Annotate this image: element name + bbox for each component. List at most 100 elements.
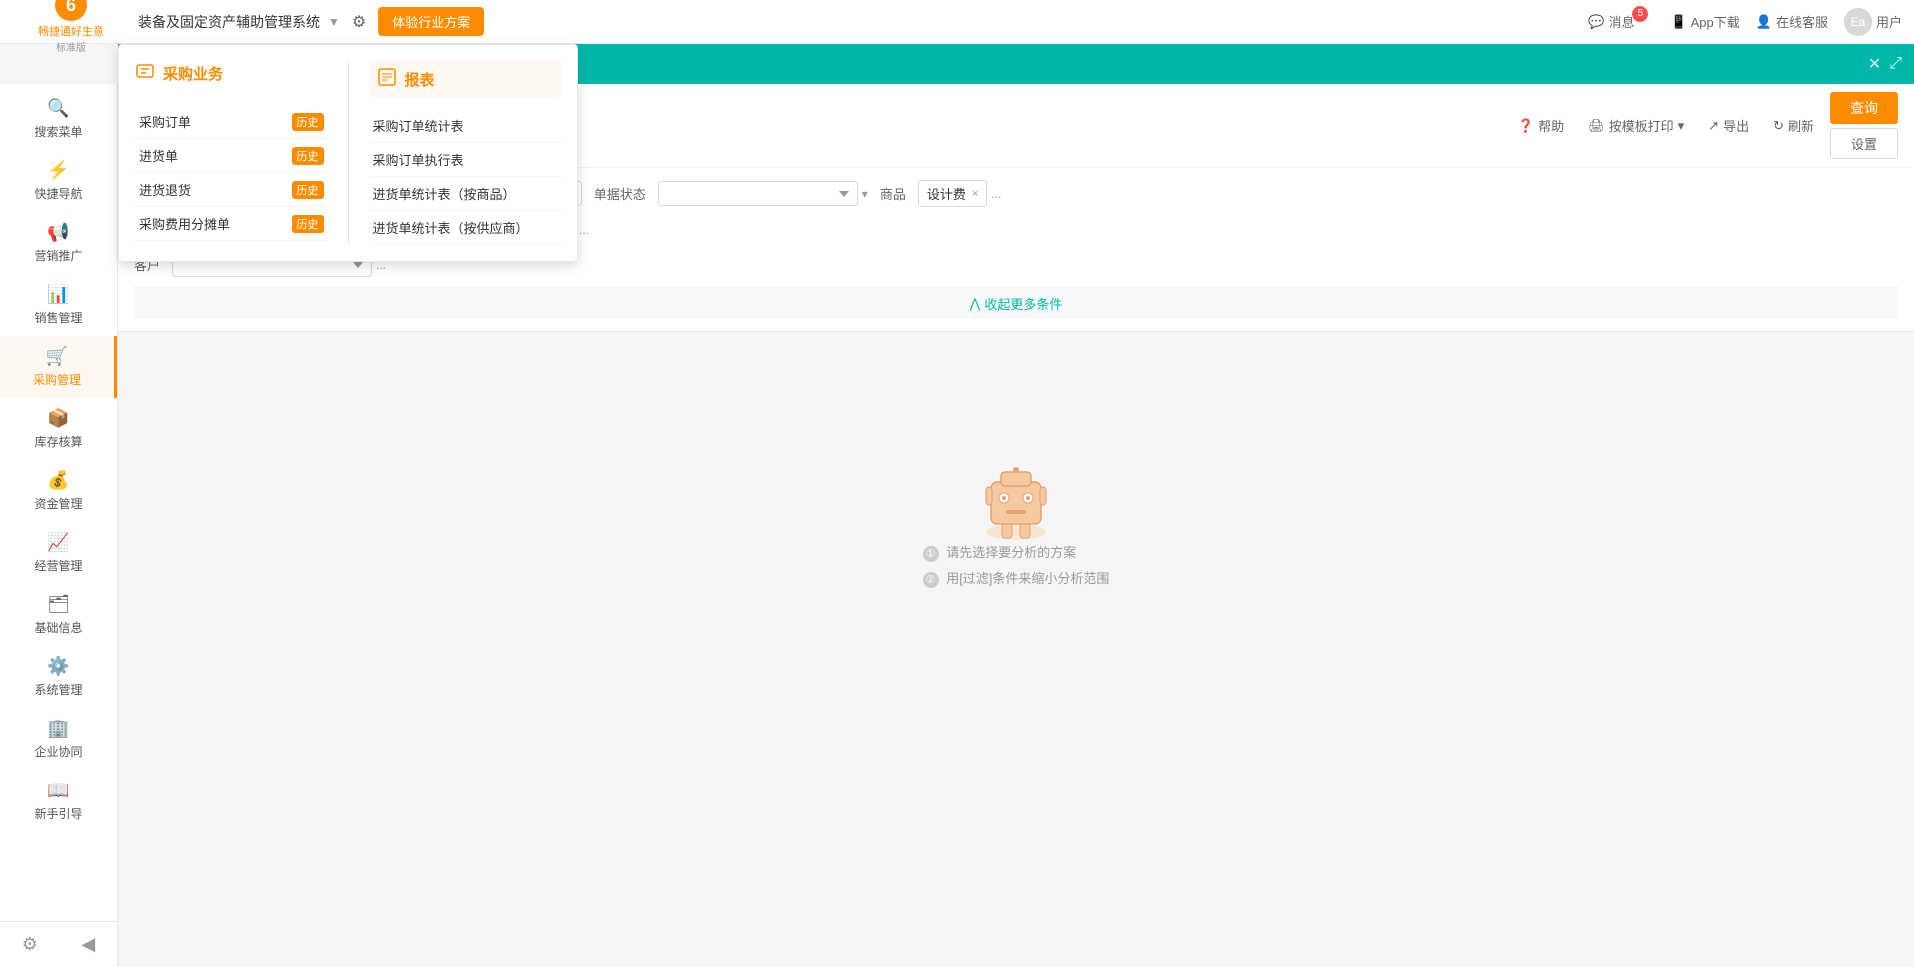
purchase-order-label: 采购订单 xyxy=(139,112,191,131)
online-service-action[interactable]: 👤 在线客服 xyxy=(1756,12,1828,31)
history-badge-receipt: 历史 xyxy=(292,147,324,165)
product-tag: 设计费 × xyxy=(918,180,987,207)
dropdown-item-purchase-order[interactable]: 采购订单 历史 xyxy=(135,105,328,139)
app-download-action[interactable]: 📱 App下载 xyxy=(1670,12,1739,31)
order-status-more[interactable]: ▾ xyxy=(862,187,868,201)
sidebar-collapse-icon[interactable]: ◀ xyxy=(81,934,95,955)
logo-area: 6 畅捷通好生意 标准版 xyxy=(12,0,130,54)
export-button[interactable]: ↗ 导出 xyxy=(1700,112,1757,139)
header-right: 💬 消息 5 📱 App下载 👤 在线客服 Ea 用户 xyxy=(1588,8,1902,36)
purchase-icon: 🛒 xyxy=(46,346,68,367)
message-badge: 5 xyxy=(1632,6,1648,22)
operations-icon: 📈 xyxy=(47,532,69,553)
sidebar-label-quick: 快捷导航 xyxy=(34,185,82,202)
message-label: 消息 xyxy=(1608,12,1634,31)
sidebar-item-search-menu[interactable]: 🔍 搜索菜单 xyxy=(0,88,117,150)
sidebar-item-operations[interactable]: 📈 经营管理 xyxy=(0,522,117,584)
guide-icon: 📖 xyxy=(47,780,69,801)
phone-icon: 📱 xyxy=(1670,14,1686,30)
history-badge-expense: 历史 xyxy=(292,215,324,233)
sidebar-item-sales[interactable]: 📊 销售管理 xyxy=(0,274,117,336)
empty-illustration xyxy=(966,452,1066,532)
query-button[interactable]: 查询 xyxy=(1830,92,1898,124)
logo-icon: 6 xyxy=(55,0,87,21)
tab-expand-icon[interactable]: ⤢ xyxy=(1889,55,1902,73)
logo-sub: 标准版 xyxy=(56,39,86,54)
report-col-title-text: 报表 xyxy=(405,69,435,90)
sidebar-item-inventory[interactable]: 📦 库存核算 xyxy=(0,398,117,460)
order-status-select[interactable] xyxy=(658,181,858,206)
refresh-label: 刷新 xyxy=(1788,116,1814,135)
help-label: 帮助 xyxy=(1538,116,1564,135)
print-arrow-icon: ▾ xyxy=(1678,118,1685,134)
dropdown-arrow-icon[interactable]: ▼ xyxy=(328,15,340,29)
report-title-icon xyxy=(377,67,397,91)
tip-circle-1: ① xyxy=(923,546,939,562)
sidebar-item-guide[interactable]: 📖 新手引导 xyxy=(0,770,117,832)
sidebar-label-purchase: 采购管理 xyxy=(33,371,81,388)
sidebar-settings-icon[interactable]: ⚙ xyxy=(22,934,38,955)
empty-state: ① 请先选择要分析的方案 ② 用[过滤]条件来缩小分析范围 xyxy=(118,332,1914,712)
header-settings-icon[interactable]: ⚙ xyxy=(352,12,366,32)
sidebar-item-basic[interactable]: 🗂 基础信息 xyxy=(0,584,117,646)
sidebar-item-purchase[interactable]: 🛒 采购管理 xyxy=(0,336,117,398)
app-download-label: App下载 xyxy=(1691,12,1740,31)
dropdown-item-report-1[interactable]: 采购订单统计表 xyxy=(369,109,562,143)
sidebar-bottom: ⚙ ◀ xyxy=(0,921,117,967)
purchase-col-title: 采购业务 xyxy=(135,61,328,93)
dropdown-item-purchase-receipt[interactable]: 进货单 历史 xyxy=(135,139,328,173)
purchase-return-label: 进货退货 xyxy=(139,180,191,199)
export-label: 导出 xyxy=(1723,116,1749,135)
collapse-button[interactable]: ⋀ 收起更多条件 xyxy=(134,287,1898,319)
sidebar-item-finance[interactable]: 💰 资金管理 xyxy=(0,460,117,522)
collapse-up-icon: ⋀ xyxy=(970,296,981,312)
sidebar-item-quick-nav[interactable]: ⚡ 快捷导航 xyxy=(0,150,117,212)
service-icon: 👤 xyxy=(1756,14,1772,30)
sidebar-label-enterprise: 企业协同 xyxy=(34,743,82,760)
refresh-icon: ↻ xyxy=(1773,118,1784,134)
collapse-label: 收起更多条件 xyxy=(984,294,1062,313)
settings-button[interactable]: 设置 xyxy=(1830,128,1898,159)
report-3-label: 进货单统计表（按商品） xyxy=(373,184,516,203)
dropdown-item-purchase-return[interactable]: 进货退货 历史 xyxy=(135,173,328,207)
basic-icon: 🗂 xyxy=(47,594,70,615)
history-badge-return: 历史 xyxy=(292,181,324,199)
product-more[interactable]: ... xyxy=(991,187,1001,201)
message-action[interactable]: 💬 消息 5 xyxy=(1588,12,1654,31)
empty-tips: ① 请先选择要分析的方案 ② 用[过滤]条件来缩小分析范围 xyxy=(923,540,1110,592)
sales-icon: 📊 xyxy=(47,284,69,305)
sidebar-item-marketing[interactable]: 📢 营销推广 xyxy=(0,212,117,274)
user-action[interactable]: Ea 用户 xyxy=(1844,8,1902,36)
sidebar-item-enterprise[interactable]: 🏢 企业协同 xyxy=(0,708,117,770)
dropdown-item-report-3[interactable]: 进货单统计表（按商品） xyxy=(369,177,562,211)
finance-icon: 💰 xyxy=(47,470,69,491)
purchase-col-title-text: 采购业务 xyxy=(163,63,223,84)
header-center: 装备及固定资产辅助管理系统 ▼ ⚙ 体验行业方案 xyxy=(130,7,1588,36)
dropdown-item-report-4[interactable]: 进货单统计表（按供应商） xyxy=(369,211,562,245)
purchase-dropdown-menu: 采购业务 采购订单 历史 进货单 历史 进货退货 历史 采购费用分摊单 历史 报… xyxy=(118,44,578,262)
purchase-expense-label: 采购费用分摊单 xyxy=(139,214,230,233)
tab-close-all-icon[interactable]: ✕ xyxy=(1868,54,1881,74)
purchase-title-icon xyxy=(135,61,155,85)
online-service-label: 在线客服 xyxy=(1776,12,1828,31)
refresh-button[interactable]: ↻ 刷新 xyxy=(1765,112,1822,139)
industry-button[interactable]: 体验行业方案 xyxy=(378,7,484,36)
sidebar-label-finance: 资金管理 xyxy=(34,495,82,512)
salesperson-more[interactable]: ... xyxy=(579,223,589,237)
help-icon: ❓ xyxy=(1518,118,1534,134)
tip-text-2: 用[过滤]条件来缩小分析范围 xyxy=(946,571,1109,586)
search-icon: 🔍 xyxy=(47,98,69,119)
product-tag-label: 设计费 xyxy=(927,184,966,203)
marketing-icon: 📢 xyxy=(47,222,69,243)
report-1-label: 采购订单统计表 xyxy=(373,116,464,135)
dropdown-item-purchase-expense[interactable]: 采购费用分摊单 历史 xyxy=(135,207,328,241)
dropdown-item-report-2[interactable]: 采购订单执行表 xyxy=(369,143,562,177)
print-button[interactable]: 🖨 按模板打印 ▾ xyxy=(1580,112,1692,139)
help-button[interactable]: ❓ 帮助 xyxy=(1510,112,1572,139)
order-status-label: 单据状态 xyxy=(594,184,646,203)
sidebar: 🔍 搜索菜单 ⚡ 快捷导航 📢 营销推广 📊 销售管理 🛒 采购管理 📦 库存核… xyxy=(0,84,118,967)
print-icon: 🖨 xyxy=(1588,118,1605,134)
product-tag-close[interactable]: × xyxy=(972,188,978,200)
sidebar-item-system[interactable]: ⚙️ 系统管理 xyxy=(0,646,117,708)
tab-end-icons: ✕ ⤢ xyxy=(1868,44,1914,84)
